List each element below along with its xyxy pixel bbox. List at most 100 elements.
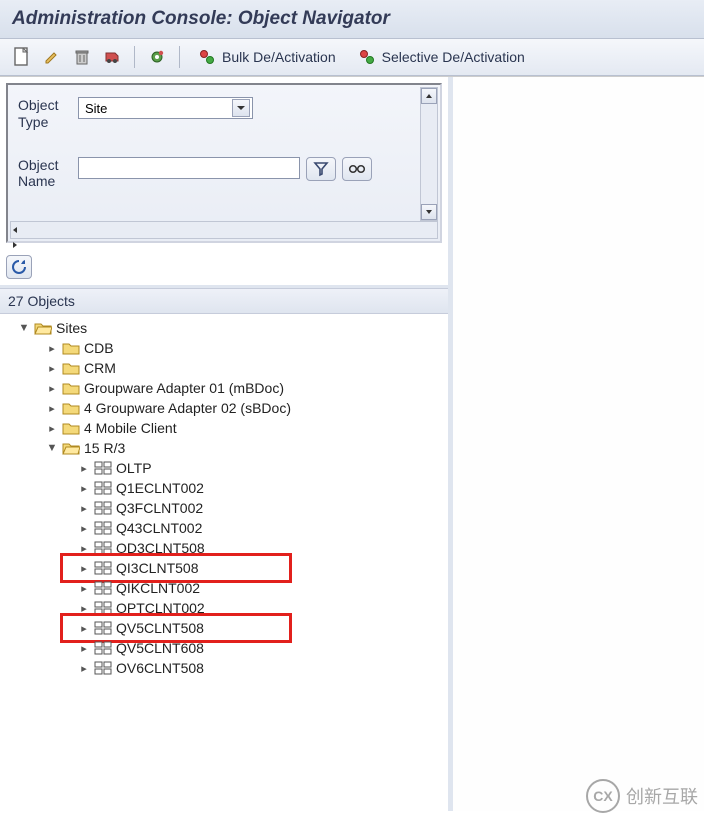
tree-label: QV5CLNT508 [116, 620, 204, 636]
tree-leaf[interactable]: ▸ QV5CLNT608 [0, 638, 448, 658]
tree-leaf[interactable]: ▸ Q43CLNT002 [0, 518, 448, 538]
object-type-label: Object Type [18, 97, 72, 131]
expand-icon[interactable]: ▸ [78, 522, 90, 535]
tree-label: 4 Mobile Client [84, 420, 177, 436]
folder-icon [62, 401, 80, 415]
tree-folder[interactable]: ▸ 4 Mobile Client [0, 418, 448, 438]
tree-label: 4 Groupware Adapter 02 (sBDoc) [84, 400, 291, 416]
tree-root-sites[interactable]: ▼ Sites [0, 318, 448, 338]
tree-label: 15 R/3 [84, 440, 125, 456]
selective-activation-label: Selective De/Activation [382, 49, 525, 65]
edit-button[interactable] [40, 45, 64, 69]
refresh-button[interactable] [6, 255, 32, 279]
expand-icon[interactable]: ▸ [78, 622, 90, 635]
tree-label: Q3FCLNT002 [116, 500, 203, 516]
folder-open-icon [34, 321, 52, 335]
folder-open-icon [62, 441, 80, 455]
tree-leaf[interactable]: ▸ Q3FCLNT002 [0, 498, 448, 518]
watermark: CX 创新互联 [586, 779, 698, 813]
selective-activation-button[interactable]: Selective De/Activation [350, 45, 533, 69]
expand-icon[interactable]: ▸ [78, 542, 90, 555]
filter-hscroll[interactable] [10, 221, 438, 239]
tree-label: Groupware Adapter 01 (mBDoc) [84, 380, 284, 396]
tree-label: QIKCLNT002 [116, 580, 200, 596]
scroll-down-icon[interactable] [421, 204, 437, 220]
folder-icon [62, 361, 80, 375]
expand-icon[interactable]: ▸ [78, 602, 90, 615]
object-type-value: Site [85, 101, 107, 116]
new-button[interactable] [10, 45, 34, 69]
delete-button[interactable] [70, 45, 94, 69]
tree-label: OV6CLNT508 [116, 660, 204, 676]
tree-label: CDB [84, 340, 114, 356]
expand-icon[interactable]: ▸ [78, 502, 90, 515]
expand-icon[interactable]: ▸ [78, 482, 90, 495]
expand-icon[interactable]: ▸ [46, 362, 58, 375]
page-title: Administration Console: Object Navigator [0, 0, 704, 39]
collapse-icon[interactable]: ▼ [46, 442, 58, 454]
tree-leaf[interactable]: ▸ QV5CLNT508 [0, 618, 448, 638]
scroll-up-icon[interactable] [421, 88, 437, 104]
tree-leaf[interactable]: ▸ OV6CLNT508 [0, 658, 448, 678]
database-icon [94, 521, 112, 535]
database-icon [94, 561, 112, 575]
database-icon [94, 501, 112, 515]
database-icon [94, 661, 112, 675]
filter-button[interactable] [306, 157, 336, 181]
glasses-button[interactable] [342, 157, 372, 181]
tree-leaf[interactable]: ▸OD3CLNT508 [0, 538, 448, 558]
expand-icon[interactable]: ▸ [46, 422, 58, 435]
object-name-label: Object Name [18, 157, 72, 191]
database-icon [94, 641, 112, 655]
bulk-activation-button[interactable]: Bulk De/Activation [190, 45, 344, 69]
object-name-input[interactable] [78, 157, 300, 179]
folder-icon [62, 341, 80, 355]
tree-leaf[interactable]: ▸ QI3CLNT508 [0, 558, 448, 578]
scroll-right-icon[interactable] [11, 237, 437, 252]
expand-icon[interactable]: ▸ [78, 662, 90, 675]
object-tree: ▼ Sites ▸ CDB ▸ CRM ▸ Groupware Adapter 01 (m… [0, 314, 448, 811]
tree-folder[interactable]: ▼ 15 R/3 [0, 438, 448, 458]
tree-label: QI3CLNT508 [116, 560, 198, 576]
bulk-activation-label: Bulk De/Activation [222, 49, 336, 65]
tree-folder[interactable]: ▸ Groupware Adapter 01 (mBDoc) [0, 378, 448, 398]
toolbar-separator [134, 46, 135, 68]
tree-leaf[interactable]: ▸OPTCLNT002 [0, 598, 448, 618]
settings-button[interactable] [145, 45, 169, 69]
expand-icon[interactable]: ▸ [46, 382, 58, 395]
tree-leaf[interactable]: ▸Q1ECLNT002 [0, 478, 448, 498]
watermark-text: 创新互联 [626, 783, 698, 809]
transport-button[interactable] [100, 45, 124, 69]
tree-label: QV5CLNT608 [116, 640, 204, 656]
tree-label: Q43CLNT002 [116, 520, 202, 536]
folder-icon [62, 421, 80, 435]
filter-panel: Object Type Site Object Name [6, 83, 442, 243]
tree-folder[interactable]: ▸ CDB [0, 338, 448, 358]
objects-count: 27 Objects [0, 288, 448, 314]
database-icon [94, 581, 112, 595]
database-icon [94, 621, 112, 635]
dropdown-arrow-icon[interactable] [232, 99, 250, 117]
right-pane [453, 77, 704, 811]
tree-folder[interactable]: ▸ 4 Groupware Adapter 02 (sBDoc) [0, 398, 448, 418]
tree-folder[interactable]: ▸ CRM [0, 358, 448, 378]
database-icon [94, 541, 112, 555]
collapse-icon[interactable]: ▼ [18, 322, 30, 334]
object-type-select[interactable]: Site [78, 97, 253, 119]
filter-vscroll[interactable] [420, 87, 438, 221]
database-icon [94, 481, 112, 495]
expand-icon[interactable]: ▸ [46, 402, 58, 415]
database-icon [94, 461, 112, 475]
left-pane: Object Type Site Object Name [0, 77, 453, 811]
expand-icon[interactable]: ▸ [78, 582, 90, 595]
tree-leaf[interactable]: ▸OLTP [0, 458, 448, 478]
main-toolbar: Bulk De/Activation Selective De/Activati… [0, 39, 704, 76]
watermark-logo-icon: CX [586, 779, 620, 813]
scroll-left-icon[interactable] [11, 222, 437, 237]
expand-icon[interactable]: ▸ [78, 642, 90, 655]
expand-icon[interactable]: ▸ [46, 342, 58, 355]
tree-label: CRM [84, 360, 116, 376]
expand-icon[interactable]: ▸ [78, 462, 90, 475]
tree-leaf[interactable]: ▸ QIKCLNT002 [0, 578, 448, 598]
expand-icon[interactable]: ▸ [78, 562, 90, 575]
